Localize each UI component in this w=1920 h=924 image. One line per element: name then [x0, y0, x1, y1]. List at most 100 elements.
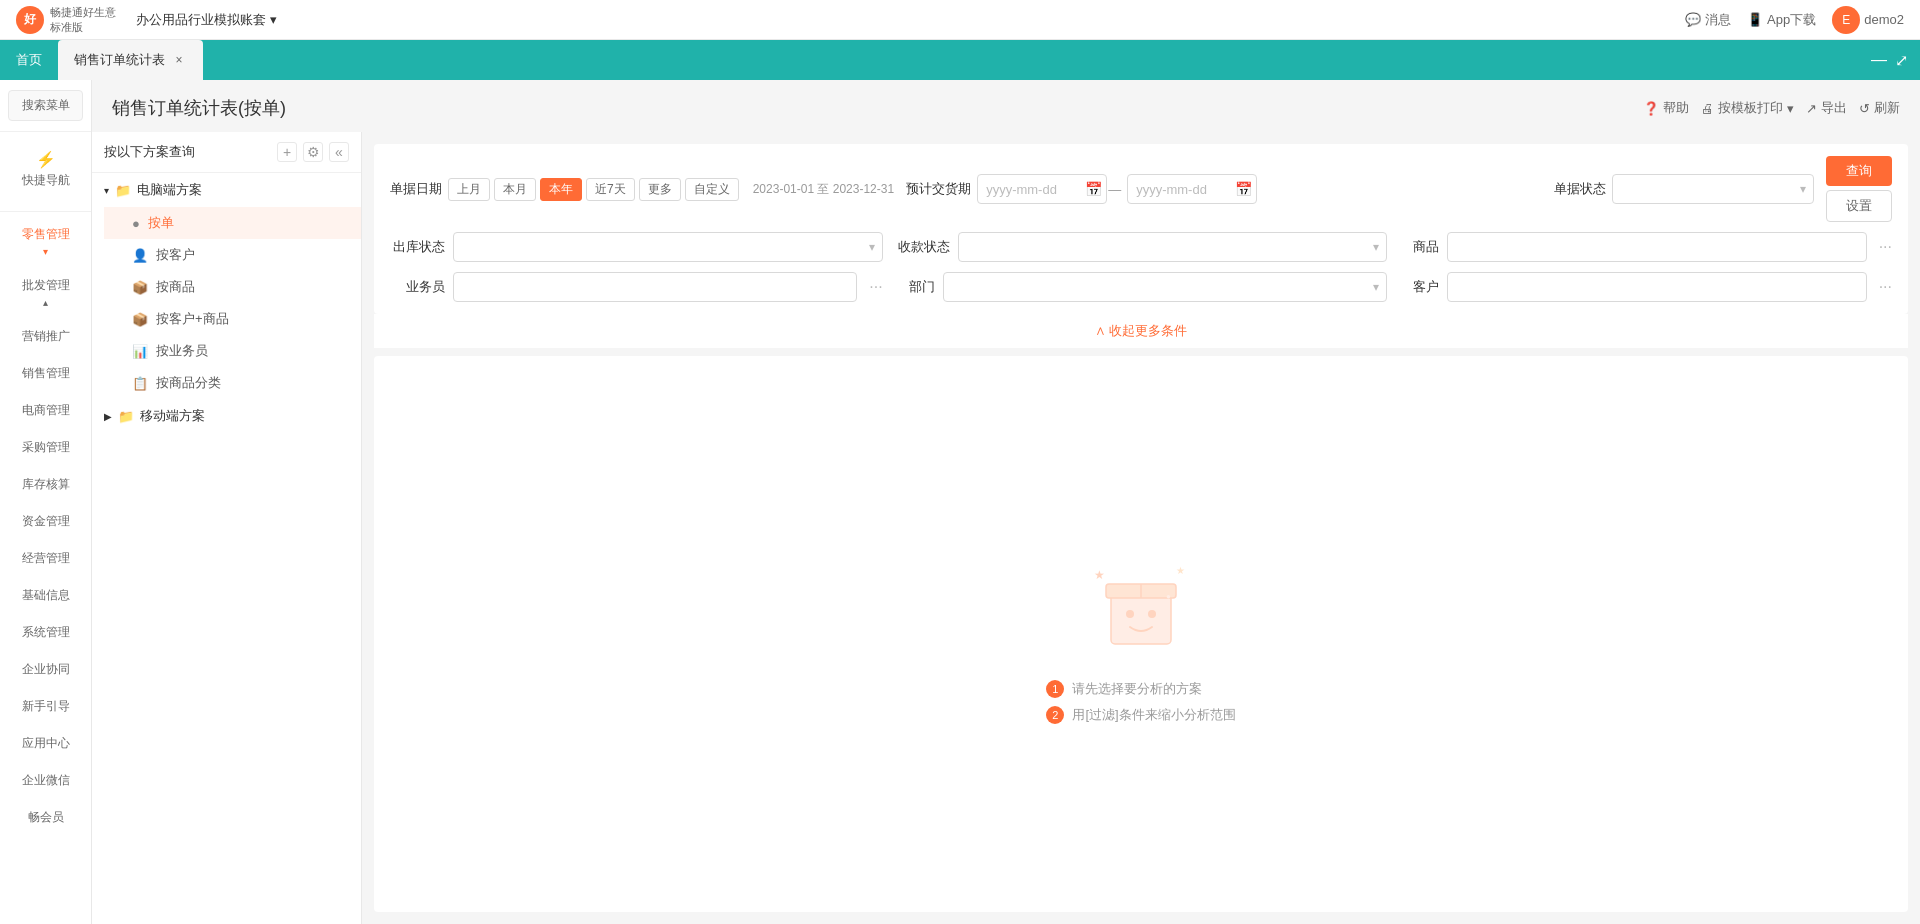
sidebar-item-corp[interactable]: 企业协同	[0, 651, 91, 688]
customer-more-icon[interactable]: ···	[1879, 278, 1892, 296]
salesperson-icon: 📊	[132, 344, 148, 359]
collapse-panel-button[interactable]: «	[329, 142, 349, 162]
status-select[interactable]	[1612, 174, 1814, 204]
print-button[interactable]: 🖨 按模板打印 ▾	[1701, 99, 1794, 117]
dept-select[interactable]	[943, 272, 1388, 302]
date-filter-section: 单据日期 上月 本月 本年 近7天 更多 自定义 2023-01-01 至 20…	[390, 178, 894, 201]
tree-item-by-goods[interactable]: 📦 按商品	[104, 271, 361, 303]
outbound-label: 出库状态	[390, 238, 445, 256]
message-btn[interactable]: 💬 消息	[1685, 11, 1731, 29]
tab-home[interactable]: 首页	[0, 40, 58, 80]
period-more[interactable]: 更多	[639, 178, 681, 201]
calendar-end-icon[interactable]: 📅	[1235, 181, 1252, 197]
dept-select-wrap: ▾	[943, 272, 1388, 302]
tree-item-by-salesperson[interactable]: 📊 按业务员	[104, 335, 361, 367]
message-icon: 💬	[1685, 12, 1701, 27]
tree-item-by-order[interactable]: ● 按单	[104, 207, 361, 239]
settings-button[interactable]: 设置	[1826, 190, 1892, 222]
left-panel-actions: + ⚙ «	[277, 142, 349, 162]
sidebar-item-system[interactable]: 系统管理	[0, 614, 91, 651]
sidebar-item-operations[interactable]: 经营管理	[0, 540, 91, 577]
sidebar-item-sales[interactable]: 销售管理	[0, 355, 91, 392]
sidebar-item-wechat[interactable]: 企业微信	[0, 762, 91, 799]
goods-input[interactable]	[1447, 232, 1866, 262]
svg-rect-0	[1111, 594, 1171, 644]
sidebar-item-basic[interactable]: 基础信息	[0, 577, 91, 614]
app-selector[interactable]: 办公用品行业模拟账套 ▾	[136, 11, 277, 29]
quicknav-icon: ⚡	[36, 150, 56, 169]
print-chevron-icon: ▾	[1787, 101, 1794, 116]
salesperson-input[interactable]	[453, 272, 857, 302]
date-range-display: 2023-01-01 至 2023-12-31	[753, 181, 894, 198]
customer-input[interactable]	[1447, 272, 1866, 302]
sidebar-item-wholesale[interactable]: 批发管理 ▴	[0, 267, 91, 318]
export-button[interactable]: ↗ 导出	[1806, 99, 1847, 117]
tree-parent-desktop[interactable]: ▾ 📁 电脑端方案	[92, 173, 361, 207]
order-icon: ●	[132, 216, 140, 231]
collapse-icon: ∧	[1095, 323, 1106, 338]
avatar-image: E	[1832, 6, 1860, 34]
refresh-icon: ↺	[1859, 101, 1870, 116]
outbound-select-wrap: ▾	[453, 232, 883, 262]
logo-area: 好 畅捷通好生意 标准版	[16, 5, 116, 34]
customer-goods-icon: 📦	[132, 312, 148, 327]
period-last-7-days[interactable]: 近7天	[586, 178, 635, 201]
customer-filter: 客户 ···	[1399, 272, 1892, 302]
content-area: 销售订单统计表(按单) ❓ 帮助 🖨 按模板打印 ▾ ↗ 导出 ↺ 刷新	[92, 80, 1920, 924]
svg-point-4	[1148, 610, 1156, 618]
add-scheme-button[interactable]: +	[277, 142, 297, 162]
sidebar-item-newbie[interactable]: 新手引导	[0, 688, 91, 725]
sidebar-item-appcenter[interactable]: 应用中心	[0, 725, 91, 762]
export-icon: ↗	[1806, 101, 1817, 116]
sidebar-item-quicknav[interactable]: ⚡ 快捷导航	[0, 140, 91, 199]
calendar-start-icon[interactable]: 📅	[1085, 181, 1102, 197]
tree-item-by-category[interactable]: 📋 按商品分类	[104, 367, 361, 399]
logo-icon: 好	[16, 6, 44, 34]
tree-item-by-customer[interactable]: 👤 按客户	[104, 239, 361, 271]
settings-scheme-button[interactable]: ⚙	[303, 142, 323, 162]
period-last-month[interactable]: 上月	[448, 178, 490, 201]
sidebar: 搜索菜单 ⚡ 快捷导航 零售管理 ▾ 批发管理 ▴ 营销推广 销售管理 电商管理…	[0, 80, 92, 924]
page-actions: ❓ 帮助 🖨 按模板打印 ▾ ↗ 导出 ↺ 刷新	[1643, 99, 1900, 117]
sidebar-item-marketing[interactable]: 营销推广	[0, 318, 91, 355]
folder-icon: 📁	[115, 183, 131, 198]
sidebar-item-finance[interactable]: 资金管理	[0, 503, 91, 540]
tip-num-1: 1	[1046, 680, 1064, 698]
sidebar-item-ecommerce[interactable]: 电商管理	[0, 392, 91, 429]
outbound-select[interactable]	[453, 232, 883, 262]
user-avatar[interactable]: E demo2	[1832, 6, 1904, 34]
tab-sales-stat[interactable]: 销售订单统计表 ×	[58, 40, 203, 80]
search-menu-button[interactable]: 搜索菜单	[8, 90, 83, 121]
refresh-button[interactable]: ↺ 刷新	[1859, 99, 1900, 117]
main-layout: 搜索菜单 ⚡ 快捷导航 零售管理 ▾ 批发管理 ▴ 营销推广 销售管理 电商管理…	[0, 80, 1920, 924]
chevron-down-icon: ▾	[270, 12, 277, 27]
period-buttons: 上月 本月 本年 近7天 更多 自定义	[448, 178, 739, 201]
minimize-icon[interactable]: —	[1871, 51, 1887, 69]
arrow-icon: ▾	[104, 185, 109, 196]
tree-parent-mobile[interactable]: ▶ 📁 移动端方案	[92, 399, 361, 433]
tree-item-by-customer-goods[interactable]: 📦 按客户+商品	[104, 303, 361, 335]
sidebar-item-member[interactable]: 畅会员	[0, 799, 91, 836]
left-panel: 按以下方案查询 + ⚙ « ▾ 📁 电脑端方案 ● 按单	[92, 132, 362, 924]
logo-text: 畅捷通好生意 标准版	[50, 5, 116, 34]
empty-tips: 1 请先选择要分析的方案 2 用[过滤]条件来缩小分析范围	[1046, 680, 1235, 724]
receipt-select[interactable]	[958, 232, 1388, 262]
query-button[interactable]: 查询	[1826, 156, 1892, 186]
tab-close-icon[interactable]: ×	[171, 52, 187, 68]
help-button[interactable]: ❓ 帮助	[1643, 99, 1689, 117]
salesperson-more-icon[interactable]: ···	[869, 278, 882, 296]
period-this-month[interactable]: 本月	[494, 178, 536, 201]
maximize-icon[interactable]: ⤢	[1895, 51, 1908, 70]
mobile-folder-icon: 📁	[118, 409, 134, 424]
customer-label: 客户	[1399, 278, 1439, 296]
period-this-year[interactable]: 本年	[540, 178, 582, 201]
filter-area: 单据日期 上月 本月 本年 近7天 更多 自定义 2023-01-01 至 20…	[374, 144, 1908, 314]
collapse-bar[interactable]: ∧ 收起更多条件	[374, 314, 1908, 348]
goods-more-icon[interactable]: ···	[1879, 238, 1892, 256]
period-custom[interactable]: 自定义	[685, 178, 739, 201]
sidebar-item-purchase[interactable]: 采购管理	[0, 429, 91, 466]
filter-row-1: 单据日期 上月 本月 本年 近7天 更多 自定义 2023-01-01 至 20…	[390, 156, 1892, 222]
app-download-btn[interactable]: 📱 App下载	[1747, 11, 1816, 29]
sidebar-item-inventory[interactable]: 库存核算	[0, 466, 91, 503]
sidebar-item-retail[interactable]: 零售管理 ▾	[0, 216, 91, 267]
